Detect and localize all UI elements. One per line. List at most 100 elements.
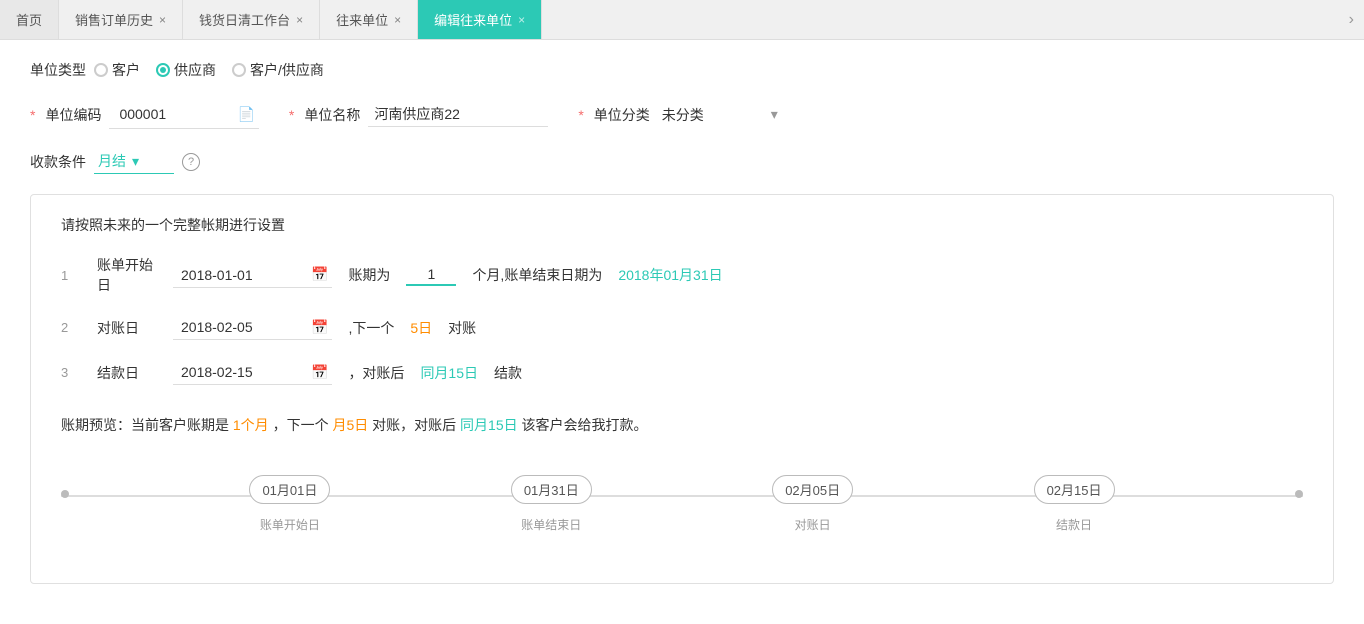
period-row1-mid: 个月,账单结束日期为 <box>472 265 602 285</box>
row-num-1: 1 <box>61 268 81 283</box>
radio-customer[interactable]: 客户 <box>94 60 140 80</box>
payment-group: 收款条件 月结 ▾ ? <box>30 149 200 174</box>
tab-sales-history[interactable]: 销售订单历史 × <box>59 0 183 39</box>
row-num-2: 2 <box>61 320 81 335</box>
code-icon[interactable]: 📄 <box>237 106 254 123</box>
timeline-node-3: 02月05日 <box>772 475 853 504</box>
preview-sep2: 对账，对账后 <box>372 417 456 433</box>
check-date-cal-icon[interactable]: 📅 <box>311 319 328 336</box>
period-row3-pre: ，对账后 <box>348 363 404 383</box>
tab-bar: 首页 销售订单历史 × 钱货日清工作台 × 往来单位 × 编辑往来单位 × › <box>0 0 1364 40</box>
unit-class-arrow: ▾ <box>771 106 778 123</box>
code-star: * <box>30 107 35 123</box>
radio-both[interactable]: 客户/供应商 <box>232 60 324 80</box>
months-input[interactable] <box>406 264 456 286</box>
timeline-items: 01月01日 账单开始日 01月31日 账单结束日 02月05日 对账日 <box>61 475 1303 533</box>
timeline-label-2: 账单结束日 <box>521 516 581 533</box>
radio-both-label: 客户/供应商 <box>250 60 324 80</box>
pay-date-cal-icon[interactable]: 📅 <box>311 364 328 381</box>
period-box: 请按照未来的一个完整帐期进行设置 1 账单开始日 📅 账期为 个月,账单结束日期… <box>30 194 1334 584</box>
unit-name-input[interactable] <box>368 102 548 127</box>
tab-partner-label: 往来单位 <box>336 10 388 29</box>
timeline-item-1: 01月01日 账单开始日 <box>249 475 330 533</box>
period-title: 请按照未来的一个完整帐期进行设置 <box>61 215 1303 235</box>
timeline-label-4: 结款日 <box>1056 516 1092 533</box>
period-row2-post: 对账 <box>448 318 476 338</box>
start-date-input-wrapper: 📅 <box>173 263 332 288</box>
period-row3-highlight: 同月15日 <box>420 363 478 383</box>
preview-prefix: 账期预览：当前客户账期是 <box>61 417 229 433</box>
tab-edit-partner-label: 编辑往来单位 <box>434 10 512 29</box>
check-date-input-wrapper: 📅 <box>173 315 332 340</box>
payment-row: 收款条件 月结 ▾ ? <box>30 149 1334 174</box>
unit-class-dropdown[interactable]: 未分类 ▾ <box>658 103 778 127</box>
radio-supplier[interactable]: 供应商 <box>156 60 216 80</box>
pay-date-input-wrapper: 📅 <box>173 360 332 385</box>
start-date-cal-icon[interactable]: 📅 <box>311 266 328 283</box>
unit-class-label: 单位分类 <box>594 105 650 125</box>
unit-name-label: 单位名称 <box>304 105 360 125</box>
payment-value: 月结 <box>98 151 126 171</box>
preview-part1: 1个月 <box>233 417 269 433</box>
payment-label: 收款条件 <box>30 152 86 172</box>
timeline-label-3: 对账日 <box>795 516 831 533</box>
unit-code-input-wrapper: 📄 <box>109 100 258 129</box>
help-icon[interactable]: ? <box>182 153 200 171</box>
start-date-input[interactable] <box>177 265 307 285</box>
tab-edit-partner[interactable]: 编辑往来单位 × <box>418 0 542 39</box>
unit-class-value: 未分类 <box>662 105 704 125</box>
radio-group: 客户 供应商 客户/供应商 <box>94 60 324 80</box>
unit-type-label: 单位类型 <box>30 60 86 80</box>
unit-code-group: * 单位编码 📄 <box>30 100 259 129</box>
tab-home[interactable]: 首页 <box>0 0 59 39</box>
unit-info-row: * 单位编码 📄 * 单位名称 * 单位分类 未分类 ▾ <box>30 100 1334 129</box>
unit-class-group: * 单位分类 未分类 ▾ <box>578 103 777 127</box>
tab-cash-work[interactable]: 钱货日清工作台 × <box>183 0 320 39</box>
unit-type-group: 单位类型 客户 供应商 客户/供应商 <box>30 60 324 80</box>
preview-part2: 月5日 <box>332 417 368 433</box>
timeline-item-4: 02月15日 结款日 <box>1034 475 1115 533</box>
timeline-node-4: 02月15日 <box>1034 475 1115 504</box>
tab-cash-close[interactable]: × <box>296 13 303 27</box>
period-row3-post: 结款 <box>494 363 522 383</box>
period-row1-prefix: 账期为 <box>348 265 390 285</box>
preview-part3: 同月15日 <box>460 417 518 433</box>
tab-more-button[interactable]: › <box>1339 0 1364 39</box>
pay-date-input[interactable] <box>177 362 307 382</box>
timeline-end-dot <box>1295 490 1303 498</box>
period-row2-highlight: 5日 <box>410 318 432 338</box>
tab-sales-close[interactable]: × <box>159 13 166 27</box>
unit-name-group: * 单位名称 <box>289 102 548 127</box>
tab-edit-partner-close[interactable]: × <box>518 13 525 27</box>
radio-supplier-label: 供应商 <box>174 60 216 80</box>
period-row2-pre: ,下一个 <box>348 318 394 338</box>
name-star: * <box>289 107 294 123</box>
main-content: 单位类型 客户 供应商 客户/供应商 * 单位编码 <box>0 40 1364 624</box>
tab-partner-close[interactable]: × <box>394 13 401 27</box>
check-date-input[interactable] <box>177 317 307 337</box>
unit-code-label: 单位编码 <box>45 105 101 125</box>
timeline-node-2: 01月31日 <box>511 475 592 504</box>
row-label-3: 结款日 <box>97 363 157 383</box>
unit-type-row: 单位类型 客户 供应商 客户/供应商 <box>30 60 1334 80</box>
payment-dropdown[interactable]: 月结 ▾ <box>94 149 174 174</box>
tab-sales-label: 销售订单历史 <box>75 10 153 29</box>
radio-supplier-circle <box>156 63 170 77</box>
period-row1-end-date: 2018年01月31日 <box>618 265 722 285</box>
timeline-item-3: 02月05日 对账日 <box>772 475 853 533</box>
timeline-label-1: 账单开始日 <box>260 516 320 533</box>
period-row-1: 1 账单开始日 📅 账期为 个月,账单结束日期为 2018年01月31日 <box>61 255 1303 295</box>
period-row-2: 2 对账日 📅 ,下一个 5日 对账 <box>61 315 1303 340</box>
preview-sep1: ，下一个 <box>273 417 329 433</box>
timeline-start-dot <box>61 490 69 498</box>
class-star: * <box>578 107 583 123</box>
radio-both-circle <box>232 63 246 77</box>
payment-arrow: ▾ <box>132 153 139 170</box>
preview-text: 账期预览：当前客户账期是 1个月 ，下一个 月5日 对账，对账后 同月15日 该… <box>61 405 1303 445</box>
timeline-item-2: 01月31日 账单结束日 <box>511 475 592 533</box>
row-num-3: 3 <box>61 365 81 380</box>
timeline-node-1: 01月01日 <box>249 475 330 504</box>
radio-customer-label: 客户 <box>112 60 140 80</box>
tab-partner[interactable]: 往来单位 × <box>320 0 418 39</box>
unit-code-input[interactable] <box>113 102 233 126</box>
